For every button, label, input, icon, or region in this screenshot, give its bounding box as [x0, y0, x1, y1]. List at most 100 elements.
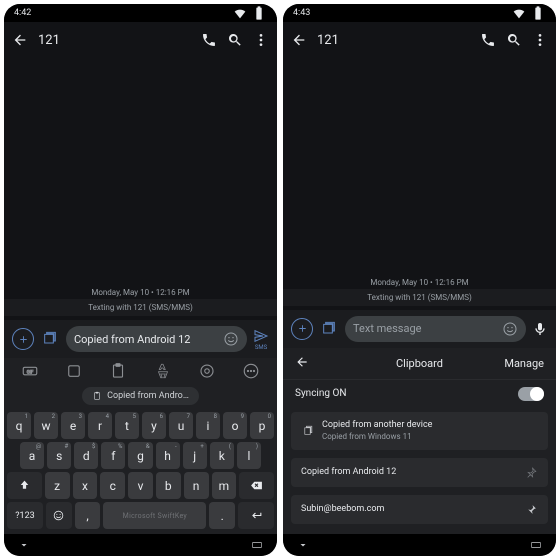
wifi-icon [232, 5, 248, 21]
call-icon[interactable] [480, 32, 496, 48]
key-x[interactable]: x [73, 472, 98, 499]
clipboard-icon[interactable] [109, 362, 127, 380]
clipboard-item[interactable]: Copied from Android 12 [291, 458, 548, 487]
battery-icon [530, 5, 546, 21]
key-c[interactable]: c [100, 472, 125, 499]
message-input[interactable]: Text message [345, 316, 526, 342]
keyboard-switch-icon[interactable] [530, 536, 542, 555]
key-d[interactable]: d$ [74, 442, 98, 469]
emoji-icon[interactable] [223, 331, 239, 347]
send-button[interactable]: SMS [253, 328, 269, 351]
key-q[interactable]: q1 [7, 412, 31, 439]
key-n[interactable]: n [184, 472, 209, 499]
add-button[interactable] [12, 328, 34, 350]
emoji-icon[interactable] [502, 321, 518, 337]
composer-bar: Copied from Android 12 SMS [4, 320, 277, 358]
keyboard-switch-icon[interactable] [251, 536, 263, 555]
symbols-key[interactable]: ?123 [7, 502, 43, 529]
keyboard-panel: GIF Copied from Andro… q1w2e3r4t5y6u7i8o… [4, 358, 277, 534]
add-button[interactable] [291, 318, 313, 340]
key-m[interactable]: m [212, 472, 237, 499]
clip-text: Copied from another device [322, 420, 538, 432]
clip-text: Subin@beebom.com [301, 504, 517, 516]
translate-icon[interactable] [154, 362, 172, 380]
svg-text:GIF: GIF [27, 369, 34, 375]
date-header: Monday, May 10 • 12:16 PM [370, 278, 468, 287]
clipboard-back-icon[interactable] [295, 354, 309, 373]
phone-right: 4:43 121 Monday, May 10 • 12:16 PM Texti… [283, 4, 556, 556]
nav-bar [283, 534, 556, 556]
conversation-area: Monday, May 10 • 12:16 PM Texting with 1… [4, 58, 277, 320]
period-key[interactable]: . [209, 502, 235, 529]
key-u[interactable]: u7 [169, 412, 193, 439]
status-bar: 4:43 [283, 4, 556, 22]
send-label: SMS [255, 344, 267, 351]
key-k[interactable]: k( [210, 442, 234, 469]
clipboard-item[interactable]: Subin@beebom.com [291, 495, 548, 524]
sticker-icon[interactable] [65, 362, 83, 380]
app-bar: 121 [4, 22, 277, 58]
back-icon[interactable] [12, 32, 28, 48]
key-e[interactable]: e3 [61, 412, 85, 439]
clipboard-suggestion[interactable]: Copied from Andro… [82, 387, 199, 405]
comma-key[interactable]: , [75, 502, 101, 529]
emoji-key[interactable] [46, 502, 72, 529]
key-f[interactable]: f% [101, 442, 125, 469]
key-b[interactable]: b [156, 472, 181, 499]
conversation-title[interactable]: 121 [317, 33, 470, 48]
backspace-key[interactable] [239, 472, 274, 499]
cloud-copy-icon [301, 424, 314, 437]
clip-subtext: Copied from Windows 11 [322, 432, 538, 442]
key-w[interactable]: w2 [34, 412, 58, 439]
keyboard-toolbar: GIF [4, 358, 277, 384]
key-g[interactable]: g& [128, 442, 152, 469]
key-h[interactable]: h- [156, 442, 180, 469]
enter-key[interactable] [238, 502, 274, 529]
key-o[interactable]: o9 [223, 412, 247, 439]
more-apps-icon[interactable] [242, 362, 260, 380]
gallery-button[interactable] [40, 329, 60, 349]
key-p[interactable]: p0 [250, 412, 274, 439]
key-t[interactable]: t5 [115, 412, 139, 439]
manage-button[interactable]: Manage [504, 357, 544, 370]
conversation-title[interactable]: 121 [38, 33, 191, 48]
message-input-text: Copied from Android 12 [74, 333, 217, 346]
key-a[interactable]: a@ [20, 442, 44, 469]
wifi-icon [511, 5, 527, 21]
pin-outline-icon[interactable] [525, 466, 538, 479]
sync-toggle[interactable] [518, 387, 544, 401]
back-icon[interactable] [291, 32, 307, 48]
message-input[interactable]: Copied from Android 12 [66, 326, 247, 352]
space-key[interactable]: Microsoft SwiftKey [103, 502, 206, 529]
more-icon[interactable] [253, 32, 269, 48]
pin-filled-icon[interactable] [525, 503, 538, 516]
search-icon[interactable] [227, 32, 243, 48]
nav-chevron-icon[interactable] [18, 536, 30, 555]
key-y[interactable]: y6 [142, 412, 166, 439]
search-icon[interactable] [506, 32, 522, 48]
key-j[interactable]: j+ [183, 442, 207, 469]
key-v[interactable]: v [128, 472, 153, 499]
nav-chevron-icon[interactable] [297, 536, 309, 555]
status-bar: 4:42 [4, 4, 277, 22]
key-z[interactable]: z [45, 472, 70, 499]
more-icon[interactable] [532, 32, 548, 48]
suggestion-text: Copied from Andro… [107, 391, 189, 401]
gallery-button[interactable] [319, 319, 339, 339]
clipboard-item[interactable]: Copied from another device Copied from W… [291, 412, 548, 450]
clip-text: Copied from Android 12 [301, 467, 517, 479]
mic-icon[interactable] [532, 321, 548, 337]
call-icon[interactable] [201, 32, 217, 48]
key-s[interactable]: s# [47, 442, 71, 469]
sync-row: Syncing ON [283, 380, 556, 408]
app-bar: 121 [283, 22, 556, 58]
key-r[interactable]: r4 [88, 412, 112, 439]
phone-left: 4:42 121 Monday, May 10 • 12:16 PM Texti… [4, 4, 277, 556]
clock: 4:43 [293, 8, 310, 18]
key-l[interactable]: l) [237, 442, 261, 469]
key-i[interactable]: i8 [196, 412, 220, 439]
settings-icon[interactable] [198, 362, 216, 380]
shift-key[interactable] [7, 472, 42, 499]
nav-bar [4, 534, 277, 556]
gif-icon[interactable]: GIF [21, 362, 39, 380]
